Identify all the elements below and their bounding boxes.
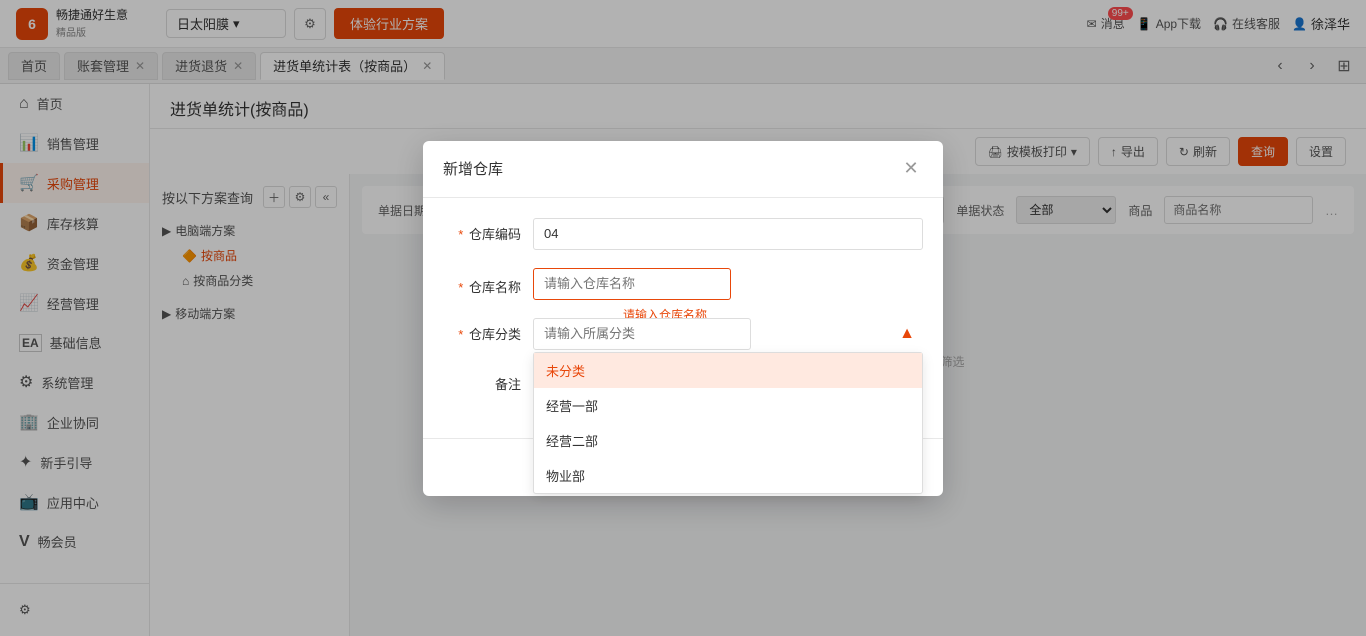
category-wrap: ▲ 未分类 经营一部 经营二部 物业部 (533, 318, 923, 350)
dropdown-toggle-icon[interactable]: ▲ (899, 325, 915, 343)
dropdown-item-unclassified[interactable]: 未分类 (534, 353, 922, 388)
modal-header: 新增仓库 ✕ (423, 141, 943, 198)
category-input[interactable] (533, 318, 751, 350)
warehouse-name-input[interactable] (533, 268, 731, 300)
code-label: * 仓库编码 (443, 218, 533, 243)
name-label: * 仓库名称 (443, 271, 533, 296)
category-label: * 仓库分类 (443, 318, 533, 343)
warehouse-category-row: * 仓库分类 ▲ 未分类 经营一部 经营二部 (443, 318, 923, 350)
warehouse-code-row: * 仓库编码 (443, 218, 923, 250)
category-dropdown: 未分类 经营一部 经营二部 物业部 (533, 352, 923, 494)
modal-title: 新增仓库 (443, 158, 503, 179)
new-warehouse-modal: 新增仓库 ✕ * 仓库编码 * 仓库名称 (423, 141, 943, 496)
modal-close-button[interactable]: ✕ (899, 157, 923, 181)
dropdown-item-dept1[interactable]: 经营一部 (534, 388, 922, 423)
warehouse-code-input[interactable] (533, 218, 923, 250)
modal-body: * 仓库编码 * 仓库名称 请输入仓库名称 * (423, 198, 943, 438)
warehouse-name-row: * 仓库名称 请输入仓库名称 (443, 268, 923, 300)
dropdown-item-dept3[interactable]: 物业部 (534, 458, 922, 493)
notes-label: 备注 (443, 368, 533, 393)
modal-overlay: 新增仓库 ✕ * 仓库编码 * 仓库名称 (0, 0, 1366, 636)
dropdown-item-dept2[interactable]: 经营二部 (534, 423, 922, 458)
